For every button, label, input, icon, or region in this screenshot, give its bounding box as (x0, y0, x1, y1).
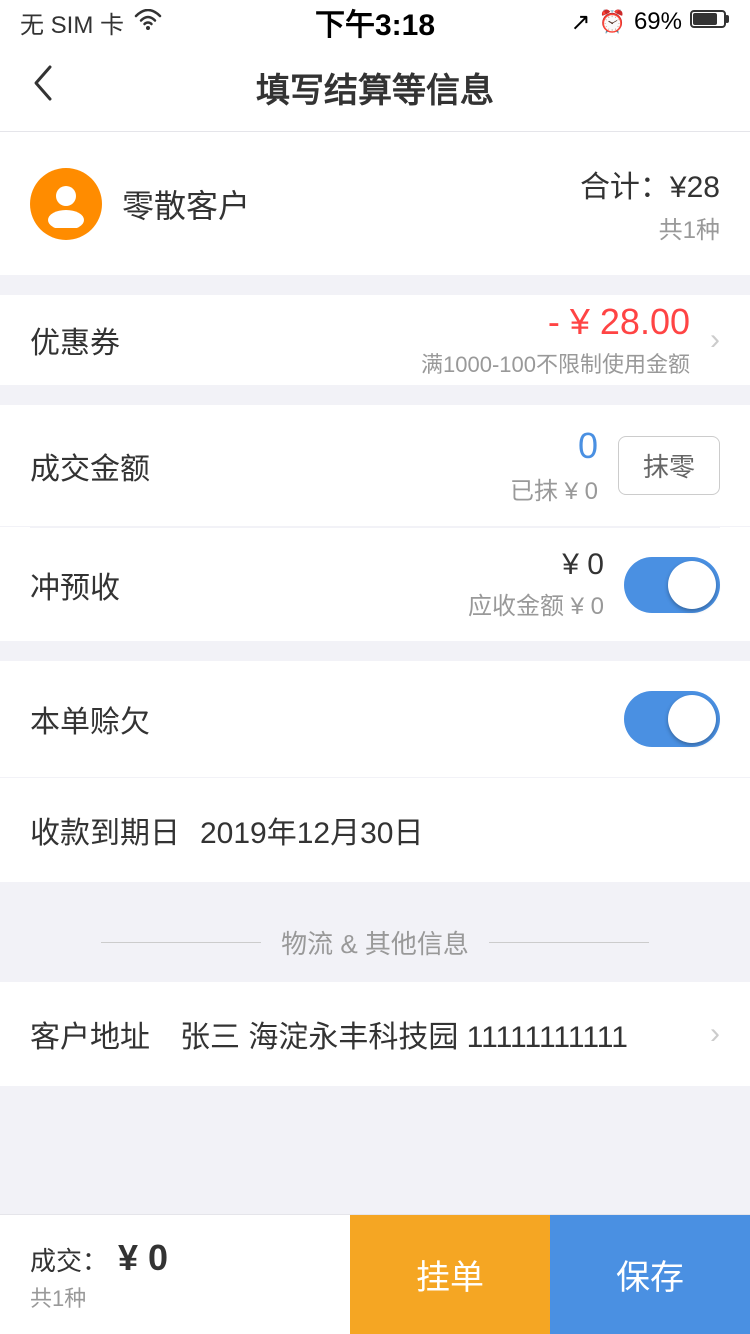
advance-value: ¥ 0 (468, 548, 604, 582)
transaction-value: 0 (510, 425, 598, 467)
address-label: 客户地址 (30, 1012, 150, 1056)
battery-icon (690, 8, 730, 37)
bottom-bar: 成交： ¥ 0 共1种 挂单 保存 (0, 1214, 750, 1334)
logistics-section-label: 物流 & 其他信息 (101, 924, 649, 961)
debt-toggle-knob (668, 695, 716, 743)
address-row[interactable]: 客户地址 张三 海淀永丰科技园 11111111111 › (0, 982, 750, 1086)
status-right: ↗ ⏰ 69% (570, 8, 730, 37)
page-title: 填写结算等信息 (256, 63, 494, 112)
transaction-section: 成交金额 0 已抹 ¥ 0 抹零 冲预收 ¥ 0 应收金额 ¥ 0 (0, 405, 750, 641)
coupon-label: 优惠券 (30, 318, 120, 362)
right-divider-line (489, 942, 649, 943)
no-sim-text: 无 SIM 卡 (20, 5, 124, 40)
coupon-discount-note: 满1000-100不限制使用金额 (421, 347, 690, 379)
coupon-section: 优惠券 - ¥ 28.00 满1000-100不限制使用金额 › (0, 295, 750, 385)
hang-button[interactable]: 挂单 (350, 1215, 550, 1334)
transaction-row: 成交金额 0 已抹 ¥ 0 抹零 (0, 405, 750, 527)
coupon-chevron-icon: › (710, 323, 720, 357)
advance-label: 冲预收 (30, 563, 120, 607)
left-divider-line (101, 942, 261, 943)
total-count: 共1种 (580, 210, 720, 245)
total-amount: 合计：¥28 (580, 162, 720, 206)
logistics-label-text: 物流 & 其他信息 (281, 924, 469, 961)
coupon-discount-value: - ¥ 28.00 (421, 301, 690, 343)
coupon-row[interactable]: 优惠券 - ¥ 28.00 满1000-100不限制使用金额 › (0, 295, 750, 385)
wifi-icon (134, 7, 162, 38)
avatar (30, 168, 102, 240)
transaction-label: 成交金额 (30, 444, 150, 488)
advance-toggle-knob (668, 561, 716, 609)
logistics-header: 物流 & 其他信息 (0, 902, 750, 982)
battery-percent: 69% (634, 8, 682, 36)
due-date-value: 2019年12月30日 (200, 808, 423, 852)
customer-name: 零散客户 (122, 181, 250, 227)
bottom-info: 成交： ¥ 0 共1种 (0, 1215, 350, 1334)
address-chevron-icon: › (710, 1017, 720, 1051)
customer-row: 零散客户 合计：¥28 共1种 (0, 132, 750, 275)
transaction-sub: 已抹 ¥ 0 (510, 471, 598, 506)
debt-row: 本单赊欠 (0, 661, 750, 778)
debt-label: 本单赊欠 (30, 697, 150, 741)
location-icon: ↗ (570, 8, 590, 37)
status-time: 下午3:18 (315, 0, 435, 44)
advance-row: 冲预收 ¥ 0 应收金额 ¥ 0 (0, 528, 750, 641)
bottom-count: 共1种 (30, 1281, 320, 1313)
customer-left: 零散客户 (30, 168, 250, 240)
back-button[interactable] (30, 63, 54, 113)
save-button[interactable]: 保存 (550, 1215, 750, 1334)
customer-right: 合计：¥28 共1种 (580, 162, 720, 245)
nav-bar: 填写结算等信息 (0, 44, 750, 132)
content: 零散客户 合计：¥28 共1种 优惠券 - ¥ 28.00 满1000-100不… (0, 132, 750, 1226)
debt-toggle[interactable] (624, 691, 720, 747)
address-value: 张三 海淀永丰科技园 11111111111 (180, 1012, 680, 1056)
bottom-transaction-label: 成交： (30, 1241, 108, 1278)
alarm-icon: ⏰ (599, 9, 626, 35)
advance-toggle[interactable] (624, 557, 720, 613)
advance-sub: 应收金额 ¥ 0 (468, 586, 604, 621)
debt-section: 本单赊欠 收款到期日 2019年12月30日 (0, 661, 750, 882)
round-zero-button[interactable]: 抹零 (618, 436, 720, 495)
status-bar: 无 SIM 卡 下午3:18 ↗ ⏰ 69% (0, 0, 750, 44)
due-date-row: 收款到期日 2019年12月30日 (0, 778, 750, 882)
bottom-amount: ¥ 0 (118, 1237, 168, 1279)
due-date-label: 收款到期日 (30, 808, 180, 852)
coupon-value-group: - ¥ 28.00 满1000-100不限制使用金额 (421, 301, 690, 379)
status-left: 无 SIM 卡 (20, 5, 162, 40)
